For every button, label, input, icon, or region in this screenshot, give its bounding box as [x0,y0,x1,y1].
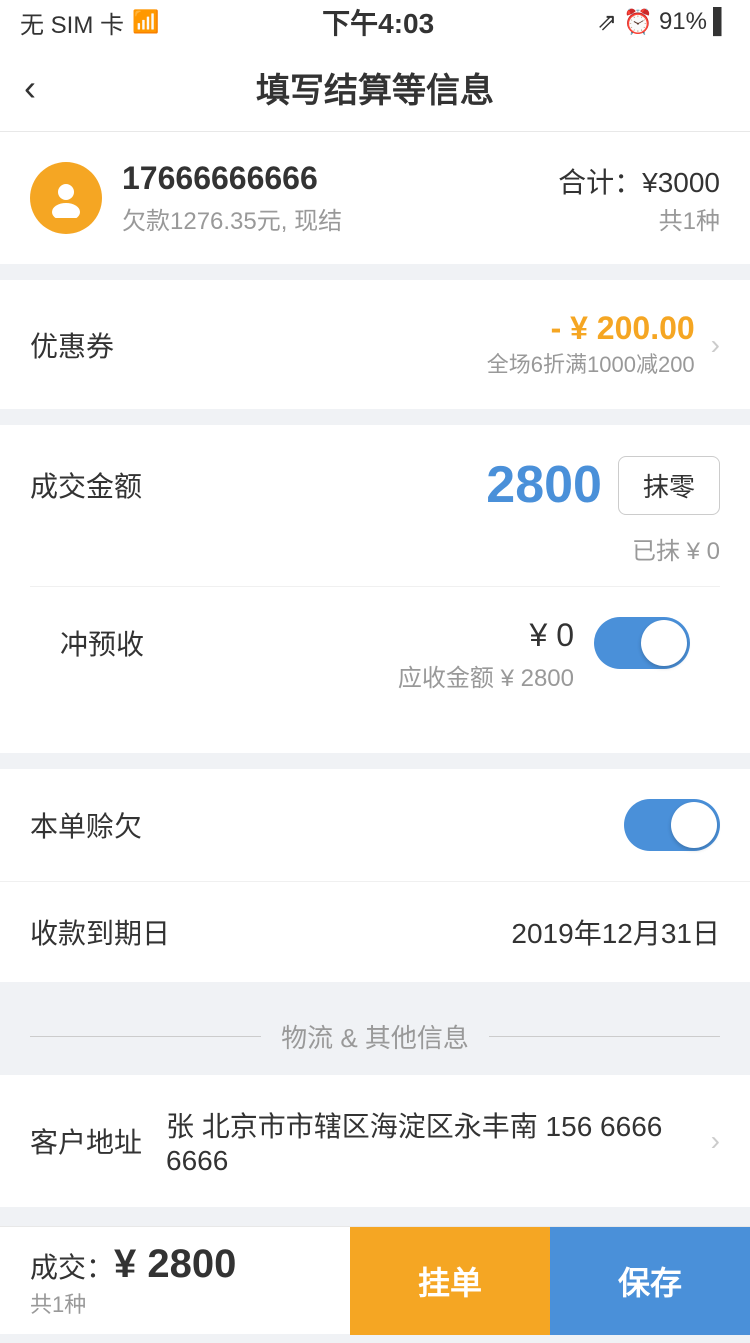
round-button[interactable]: 抹零 [618,456,720,515]
amount-sub: 已抹 ¥ 0 [30,531,720,566]
order-debt-row: 本单赊欠 [0,769,750,882]
due-date-value: 2019年12月31日 [511,912,720,952]
amount-value: 2800 [486,455,602,515]
customer-card: 17666666666 欠款1276.35元, 现结 合计：¥3000 共1种 [0,132,750,264]
bottom-deal-label: 成交： [30,1252,114,1283]
bottom-info: 成交：¥ 2800 共1种 [0,1242,350,1319]
total-label: 合计： [558,167,642,198]
coupon-details: - ¥ 200.00 全场6折满1000减200 [487,310,695,379]
debt-toggle[interactable] [624,799,720,851]
customer-left: 17666666666 欠款1276.35元, 现结 [30,160,342,236]
product-count: 共1种 [558,201,720,236]
customer-info: 17666666666 欠款1276.35元, 现结 [122,160,342,236]
status-time: 下午4:03 [322,2,434,42]
chong-right: ¥ 0 应收金额 ¥ 2800 [398,617,690,693]
coupon-section: 优惠券 - ¥ 200.00 全场6折满1000减200 › [0,280,750,409]
bottom-count: 共1种 [30,1287,320,1319]
toggle-knob [641,620,687,666]
amount-section: 成交金额 2800 抹零 已抹 ¥ 0 冲预收 ¥ 0 应收金额 ¥ 2800 [0,425,750,753]
hang-button[interactable]: 挂单 [350,1227,550,1335]
no-sim-text: 无 SIM 卡 [20,5,124,40]
debt-toggle-knob [671,802,717,848]
total-label-value: 合计：¥3000 [558,161,720,201]
coupon-amount: - ¥ 200.00 [487,310,695,347]
save-button[interactable]: 保存 [550,1227,750,1335]
nav-bar: ‹ 填写结算等信息 [0,44,750,132]
chong-amount: ¥ 0 [398,617,574,654]
wifi-icon: 📶 [132,9,159,35]
divider-line-left [30,1036,261,1037]
total-value: ¥3000 [642,167,720,198]
chong-values: ¥ 0 应收金额 ¥ 2800 [398,617,574,693]
coupon-chevron: › [711,329,720,361]
alarm-icon: ⏰ [623,8,653,37]
address-section: 客户地址 张 北京市市辖区海淀区永丰南 156 6666 6666 › [0,1075,750,1207]
amount-label: 成交金额 [30,465,142,505]
logistics-label: 物流 & 其他信息 [261,1018,489,1055]
page-title: 填写结算等信息 [256,63,494,112]
coupon-right-area: - ¥ 200.00 全场6折满1000减200 › [487,310,720,379]
order-debt-label: 本单赊欠 [30,805,142,845]
back-button[interactable]: ‹ [24,67,36,109]
status-left: 无 SIM 卡 📶 [20,5,159,40]
content: 17666666666 欠款1276.35元, 现结 合计：¥3000 共1种 … [0,132,750,1343]
battery-icon: ▌ [713,8,730,36]
avatar [30,162,102,234]
address-label: 客户地址 [30,1121,150,1161]
coupon-desc: 全场6折满1000减200 [487,347,695,379]
bottom-bar: 成交：¥ 2800 共1种 挂单 保存 [0,1226,750,1334]
amount-right: 2800 抹零 [486,455,720,515]
amount-row: 成交金额 2800 抹零 [30,455,720,515]
address-value: 张 北京市市辖区海淀区永丰南 156 6666 6666 [150,1105,711,1177]
address-chevron: › [711,1125,720,1157]
chong-toggle[interactable] [594,617,690,669]
battery-text: 91% [659,8,707,36]
due-date-label: 收款到期日 [30,912,170,952]
bottom-deal-line: 成交：¥ 2800 [30,1242,320,1287]
bottom-deal-amount: ¥ 2800 [114,1242,236,1286]
coupon-label: 优惠券 [30,325,114,365]
due-date-row: 收款到期日 2019年12月31日 [0,882,750,982]
chong-label: 冲预收 [60,617,144,663]
status-bar: 无 SIM 卡 📶 下午4:03 ⇗ ⏰ 91% ▌ [0,0,750,44]
chong-sub: 应收金额 ¥ 2800 [398,658,574,693]
chong-row: 冲预收 ¥ 0 应收金额 ¥ 2800 [30,586,720,723]
coupon-row[interactable]: 优惠券 - ¥ 200.00 全场6折满1000减200 › [0,280,750,409]
status-right: ⇗ ⏰ 91% ▌ [597,8,730,37]
customer-right: 合计：¥3000 共1种 [558,161,720,236]
customer-phone: 17666666666 [122,160,342,197]
divider-line-right [489,1036,720,1037]
order-debt-section: 本单赊欠 收款到期日 2019年12月31日 [0,769,750,982]
address-row[interactable]: 客户地址 张 北京市市辖区海淀区永丰南 156 6666 6666 › [0,1075,750,1207]
logistics-divider: 物流 & 其他信息 [0,998,750,1075]
location-icon: ⇗ [597,8,617,37]
customer-debt: 欠款1276.35元, 现结 [122,201,342,236]
